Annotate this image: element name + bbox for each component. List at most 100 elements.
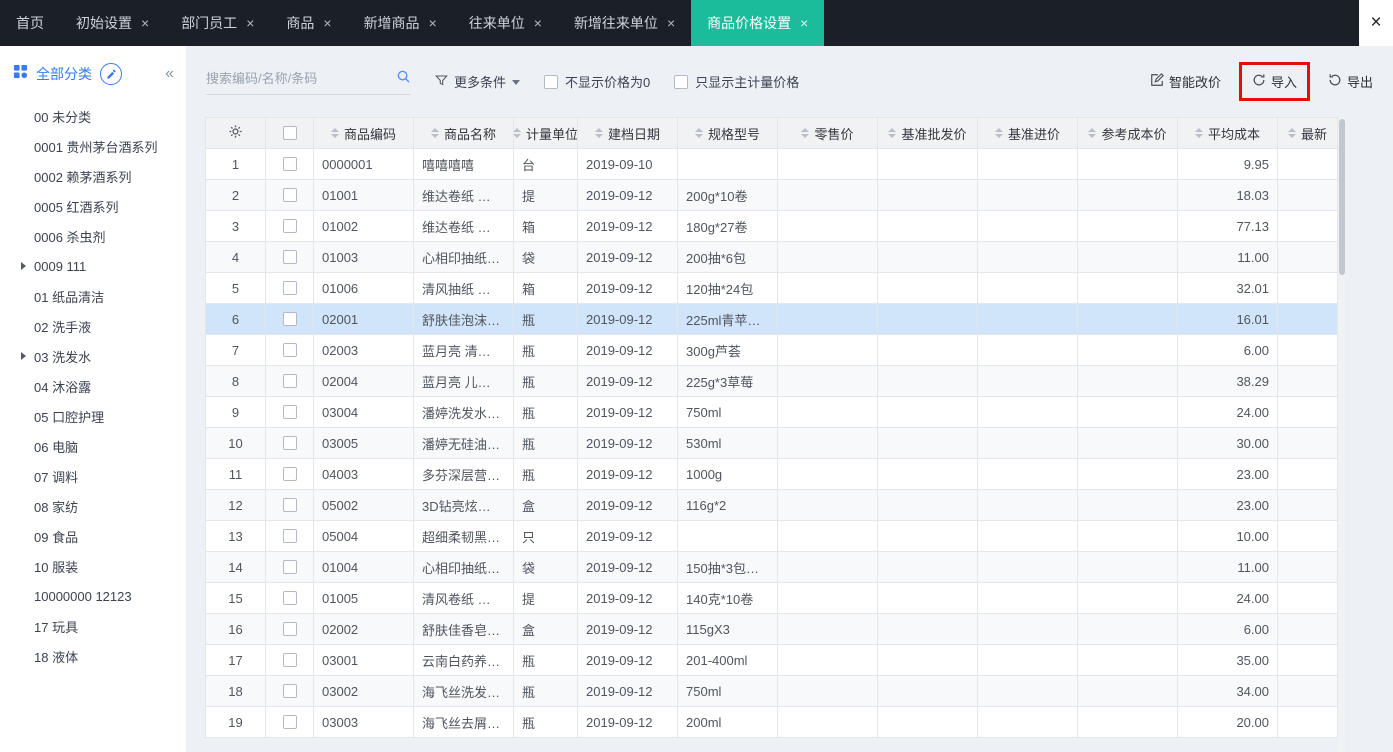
scrollbar-thumb[interactable]: [1339, 119, 1345, 275]
category-item[interactable]: 03 洗发水: [0, 341, 186, 371]
sort-icon[interactable]: [1088, 128, 1096, 138]
column-header-9[interactable]: 平均成本: [1178, 118, 1278, 149]
close-window-button[interactable]: ×: [1359, 0, 1393, 46]
column-header-6[interactable]: 基准批发价: [878, 118, 978, 149]
table-row[interactable]: 903004潘婷洗发水…瓶2019-09-12750ml24.00: [206, 397, 1338, 428]
category-item[interactable]: 10 服装: [0, 551, 186, 581]
sort-icon[interactable]: [1288, 128, 1296, 138]
table-row[interactable]: 12050023D钻亮炫…盒2019-09-12116g*223.00: [206, 490, 1338, 521]
category-item[interactable]: 05 口腔护理: [0, 401, 186, 431]
tab-close-icon[interactable]: ×: [667, 16, 675, 30]
smart-reprice-button[interactable]: 智能改价: [1150, 72, 1221, 91]
table-row[interactable]: 401003心相印抽纸…袋2019-09-12200抽*6包11.00: [206, 242, 1338, 273]
category-item[interactable]: 0006 杀虫剂: [0, 221, 186, 251]
row-checkbox[interactable]: [283, 405, 297, 419]
table-row[interactable]: 1602002舒肤佳香皂…盒2019-09-12115gX36.00: [206, 614, 1338, 645]
column-settings-header[interactable]: [206, 118, 266, 149]
row-checkbox[interactable]: [283, 591, 297, 605]
sort-icon[interactable]: [431, 128, 439, 138]
row-checkbox[interactable]: [283, 498, 297, 512]
table-row[interactable]: 10000001嘻嘻嘻嘻台2019-09-109.95: [206, 149, 1338, 180]
category-item[interactable]: 06 电脑: [0, 431, 186, 461]
column-header-8[interactable]: 参考成本价: [1078, 118, 1178, 149]
table-row[interactable]: 802004蓝月亮 儿…瓶2019-09-12225g*3草莓38.29: [206, 366, 1338, 397]
row-checkbox[interactable]: [283, 467, 297, 481]
row-checkbox[interactable]: [283, 343, 297, 357]
row-checkbox[interactable]: [283, 188, 297, 202]
category-item[interactable]: 02 洗手液: [0, 311, 186, 341]
tab-close-icon[interactable]: ×: [534, 16, 542, 30]
table-row[interactable]: 301002维达卷纸 …箱2019-09-12180g*27卷77.13: [206, 211, 1338, 242]
sort-icon[interactable]: [514, 128, 522, 138]
vertical-scrollbar[interactable]: [1338, 117, 1345, 752]
category-item[interactable]: 09 食品: [0, 521, 186, 551]
sort-icon[interactable]: [695, 128, 703, 138]
column-header-4[interactable]: 规格型号: [678, 118, 778, 149]
sort-icon[interactable]: [995, 128, 1003, 138]
export-button[interactable]: 导出: [1328, 72, 1373, 91]
tab-close-icon[interactable]: ×: [429, 16, 437, 30]
table-row[interactable]: 201001维达卷纸 …提2019-09-12200g*10卷18.03: [206, 180, 1338, 211]
row-checkbox[interactable]: [283, 560, 297, 574]
table-row[interactable]: 1003005潘婷无硅油…瓶2019-09-12530ml30.00: [206, 428, 1338, 459]
tab-5[interactable]: 往来单位×: [453, 0, 558, 46]
table-row[interactable]: 1501005清风卷纸 …提2019-09-12140克*10卷24.00: [206, 583, 1338, 614]
tab-6[interactable]: 新增往来单位×: [558, 0, 691, 46]
category-item[interactable]: 0002 赖茅酒系列: [0, 161, 186, 191]
column-header-1[interactable]: 商品名称: [414, 118, 514, 149]
category-item[interactable]: 0009 111: [0, 251, 186, 281]
column-header-2[interactable]: 计量单位: [514, 118, 578, 149]
tab-2[interactable]: 部门员工×: [165, 0, 270, 46]
edit-categories-button[interactable]: [100, 63, 122, 85]
row-checkbox[interactable]: [283, 157, 297, 171]
row-checkbox[interactable]: [283, 250, 297, 264]
more-filters-button[interactable]: 更多条件: [435, 72, 520, 91]
tab-3[interactable]: 商品×: [270, 0, 347, 46]
category-item[interactable]: 07 调料: [0, 461, 186, 491]
row-checkbox[interactable]: [283, 622, 297, 636]
row-checkbox[interactable]: [283, 312, 297, 326]
sort-icon[interactable]: [331, 128, 339, 138]
table-row[interactable]: 1401004心相印抽纸…袋2019-09-12150抽*3包…11.00: [206, 552, 1338, 583]
import-button[interactable]: 导入: [1252, 72, 1297, 91]
row-checkbox[interactable]: [283, 281, 297, 295]
tab-close-icon[interactable]: ×: [141, 16, 149, 30]
expand-arrow-icon[interactable]: [21, 352, 26, 360]
row-checkbox[interactable]: [283, 219, 297, 233]
tab-0[interactable]: 首页: [0, 0, 60, 46]
column-header-0[interactable]: 商品编码: [314, 118, 414, 149]
category-item[interactable]: 00 未分类: [0, 101, 186, 131]
hide-zero-price-checkbox[interactable]: 不显示价格为0: [544, 72, 650, 91]
row-checkbox[interactable]: [283, 715, 297, 729]
category-item[interactable]: 01 纸品清洁: [0, 281, 186, 311]
category-item[interactable]: 08 家纺: [0, 491, 186, 521]
category-item[interactable]: 18 液体: [0, 641, 186, 671]
sort-icon[interactable]: [595, 128, 603, 138]
column-header-3[interactable]: 建档日期: [578, 118, 678, 149]
search-icon[interactable]: [396, 69, 411, 89]
table-row[interactable]: 1104003多芬深层营…瓶2019-09-121000g23.00: [206, 459, 1338, 490]
category-item[interactable]: 10000000 12123: [0, 581, 186, 611]
column-header-7[interactable]: 基准进价: [978, 118, 1078, 149]
category-item[interactable]: 04 沐浴露: [0, 371, 186, 401]
table-row[interactable]: 1803002海飞丝洗发…瓶2019-09-12750ml34.00: [206, 676, 1338, 707]
column-header-5[interactable]: 零售价: [778, 118, 878, 149]
table-row[interactable]: 1903003海飞丝去屑…瓶2019-09-12200ml20.00: [206, 707, 1338, 738]
table-row[interactable]: 1305004超细柔韧黑…只2019-09-1210.00: [206, 521, 1338, 552]
column-header-10[interactable]: 最新: [1278, 118, 1338, 149]
main-unit-only-checkbox[interactable]: 只显示主计量价格: [674, 72, 799, 91]
row-checkbox[interactable]: [283, 374, 297, 388]
tab-7[interactable]: 商品价格设置×: [691, 0, 824, 46]
table-row[interactable]: 501006清风抽纸 …箱2019-09-12120抽*24包32.01: [206, 273, 1338, 304]
sort-icon[interactable]: [801, 128, 809, 138]
table-row[interactable]: 602001舒肤佳泡沫…瓶2019-09-12225ml青苹…16.01: [206, 304, 1338, 335]
row-checkbox[interactable]: [283, 653, 297, 667]
sort-icon[interactable]: [1195, 128, 1203, 138]
category-item[interactable]: 0005 红酒系列: [0, 191, 186, 221]
sort-icon[interactable]: [888, 128, 896, 138]
tab-1[interactable]: 初始设置×: [60, 0, 165, 46]
table-row[interactable]: 1703001云南白药养…瓶2019-09-12201-400ml35.00: [206, 645, 1338, 676]
collapse-sidebar-button[interactable]: «: [165, 65, 176, 83]
row-checkbox[interactable]: [283, 436, 297, 450]
row-checkbox[interactable]: [283, 684, 297, 698]
